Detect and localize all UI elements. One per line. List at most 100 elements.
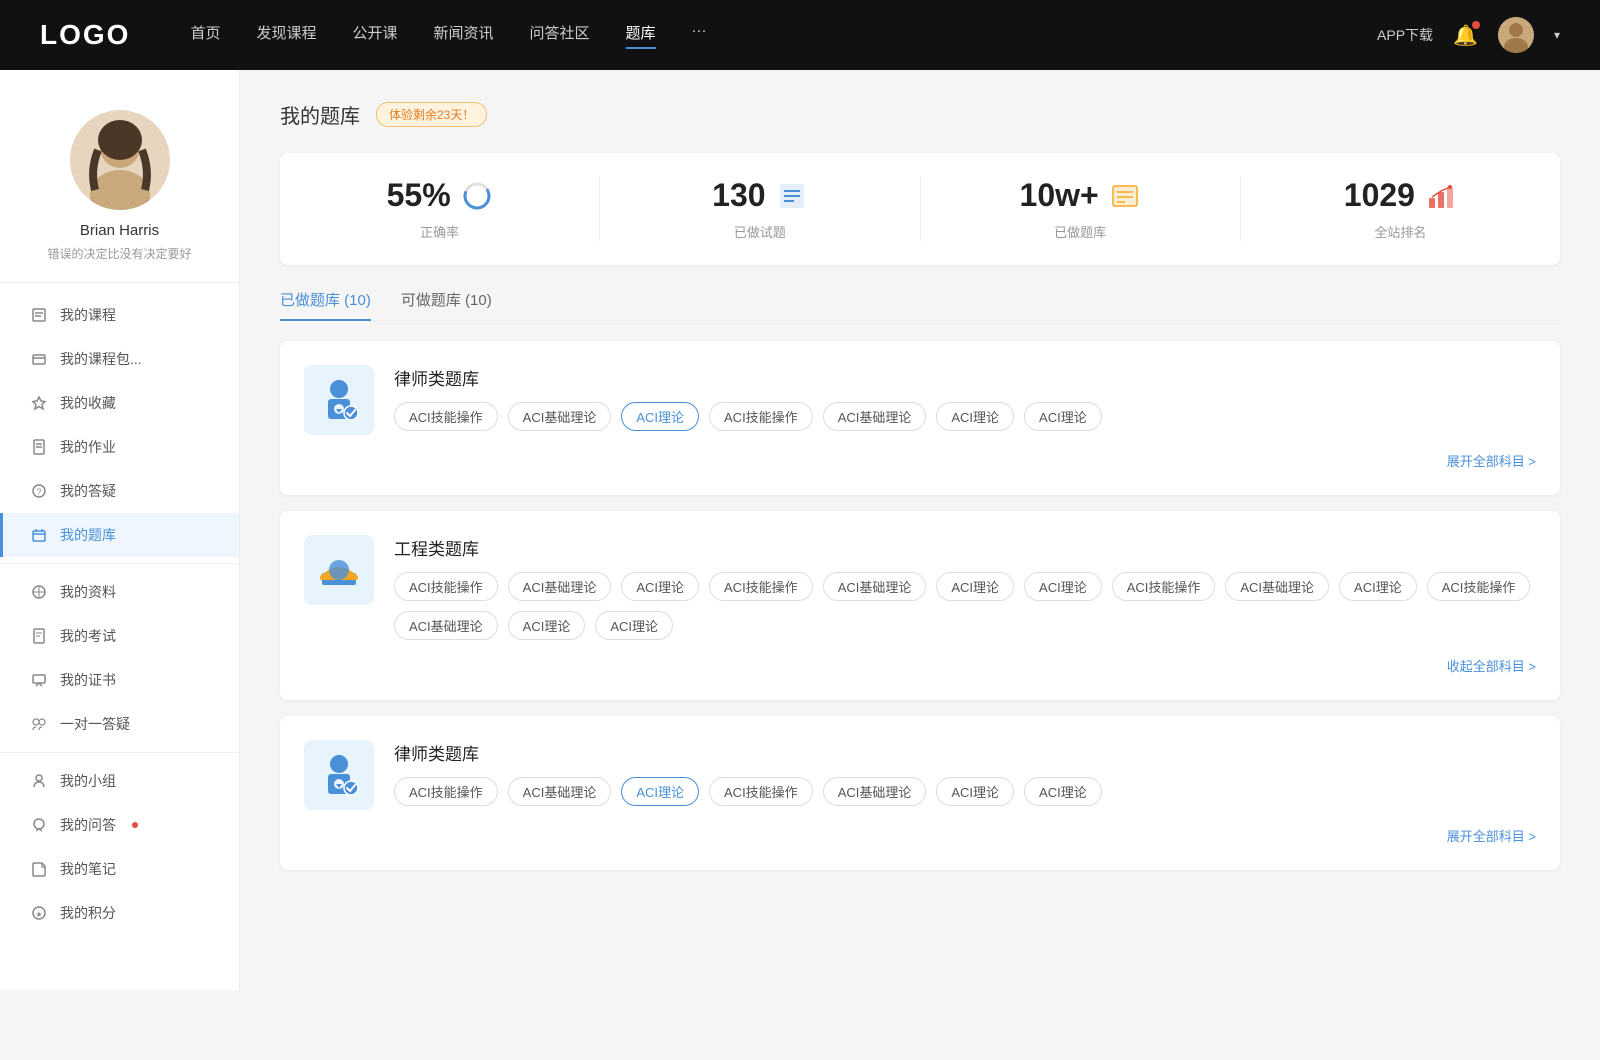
qbank-lawyer-1-tags: ACI技能操作 ACI基础理论 ACI理论 ACI技能操作 ACI基础理论 AC… xyxy=(394,402,1536,431)
l2-tag-6[interactable]: ACI理论 xyxy=(1024,777,1102,806)
tag-2[interactable]: ACI理论 xyxy=(621,402,699,431)
qbank-engineer-footer: 收起全部科目 > xyxy=(304,656,1536,676)
qbank-lawyer-1-info: 律师类题库 ACI技能操作 ACI基础理论 ACI理论 ACI技能操作 ACI基… xyxy=(394,365,1536,431)
expand-engineer[interactable]: 收起全部科目 > xyxy=(1447,659,1536,674)
eng-tag-11[interactable]: ACI基础理论 xyxy=(394,611,498,640)
tag-6[interactable]: ACI理论 xyxy=(1024,402,1102,431)
sidebar: Brian Harris 错误的决定比没有决定要好 我的课程 我的课程包... xyxy=(0,70,240,990)
eng-tag-9[interactable]: ACI理论 xyxy=(1339,572,1417,601)
group-icon xyxy=(30,772,48,790)
tab-done[interactable]: 已做题库 (10) xyxy=(280,289,371,320)
sidebar-item-package[interactable]: 我的课程包... xyxy=(0,337,239,381)
svg-text:★: ★ xyxy=(35,910,42,919)
sidebar-item-points[interactable]: ★ 我的积分 xyxy=(0,891,239,935)
l2-tag-1[interactable]: ACI基础理论 xyxy=(508,777,612,806)
qbank-engineer-title: 工程类题库 xyxy=(394,535,1536,560)
expand-lawyer-2[interactable]: 展开全部科目 > xyxy=(1447,829,1536,844)
user-dropdown-arrow[interactable]: ▾ xyxy=(1554,28,1560,42)
eng-tag-10[interactable]: ACI技能操作 xyxy=(1427,572,1531,601)
app-download-button[interactable]: APP下载 xyxy=(1377,25,1433,45)
sidebar-item-oto[interactable]: 一对一答疑 xyxy=(0,702,239,746)
eng-tag-12[interactable]: ACI理论 xyxy=(508,611,586,640)
nav-qbank[interactable]: 题库 xyxy=(626,22,656,49)
navbar: LOGO 首页 发现课程 公开课 新闻资讯 问答社区 题库 ··· APP下载 … xyxy=(0,0,1600,70)
l2-tag-2[interactable]: ACI理论 xyxy=(621,777,699,806)
qbank-lawyer-1-title: 律师类题库 xyxy=(394,365,1536,390)
eng-tag-3[interactable]: ACI技能操作 xyxy=(709,572,813,601)
sidebar-item-homework[interactable]: 我的作业 xyxy=(0,425,239,469)
nav-discover[interactable]: 发现课程 xyxy=(256,22,316,49)
main-layout: Brian Harris 错误的决定比没有决定要好 我的课程 我的课程包... xyxy=(0,70,1600,990)
sidebar-item-myqa[interactable]: 我的问答 xyxy=(0,803,239,847)
sidebar-item-favorites[interactable]: 我的收藏 xyxy=(0,381,239,425)
sidebar-profile: Brian Harris 错误的决定比没有决定要好 xyxy=(0,100,239,283)
sidebar-item-notes[interactable]: 我的笔记 xyxy=(0,847,239,891)
note-icon xyxy=(30,860,48,878)
stats-bar: 55% 正确率 130 xyxy=(280,153,1560,265)
stat-done-questions-value: 130 xyxy=(712,177,765,214)
eng-tag-4[interactable]: ACI基础理论 xyxy=(823,572,927,601)
nav-news[interactable]: 新闻资讯 xyxy=(434,22,494,49)
eng-tag-13[interactable]: ACI理论 xyxy=(595,611,673,640)
nav-qa[interactable]: 问答社区 xyxy=(530,22,590,49)
question-icon: ? xyxy=(30,482,48,500)
stat-accuracy-value: 55% xyxy=(387,177,451,214)
qbank-card-lawyer-2-header: 律师类题库 ACI技能操作 ACI基础理论 ACI理论 ACI技能操作 ACI基… xyxy=(304,740,1536,810)
sidebar-item-group[interactable]: 我的小组 xyxy=(0,759,239,803)
l2-tag-0[interactable]: ACI技能操作 xyxy=(394,777,498,806)
stat-accuracy: 55% 正确率 xyxy=(280,177,600,241)
tag-0[interactable]: ACI技能操作 xyxy=(394,402,498,431)
l2-tag-4[interactable]: ACI基础理论 xyxy=(823,777,927,806)
sidebar-item-exam[interactable]: 我的考试 xyxy=(0,614,239,658)
stat-ranking: 1029 全站排名 xyxy=(1241,177,1560,241)
qbank-lawyer-2-footer: 展开全部科目 > xyxy=(304,826,1536,846)
eng-tag-7[interactable]: ACI技能操作 xyxy=(1112,572,1216,601)
nav-more[interactable]: ··· xyxy=(692,22,707,49)
cert-icon xyxy=(30,671,48,689)
star-icon xyxy=(30,394,48,412)
points-icon: ★ xyxy=(30,904,48,922)
sidebar-item-cert[interactable]: 我的证书 xyxy=(0,658,239,702)
logo: LOGO xyxy=(40,19,130,51)
eng-tag-8[interactable]: ACI基础理论 xyxy=(1225,572,1329,601)
eng-tag-2[interactable]: ACI理论 xyxy=(621,572,699,601)
sidebar-item-qbank[interactable]: 我的题库 xyxy=(0,513,239,557)
sidebar-menu: 我的课程 我的课程包... 我的收藏 我的作业 xyxy=(0,293,239,935)
notification-bell[interactable]: 🔔 xyxy=(1453,23,1478,48)
l2-tag-3[interactable]: ACI技能操作 xyxy=(709,777,813,806)
stat-ranking-top: 1029 xyxy=(1261,177,1540,214)
oto-icon xyxy=(30,715,48,733)
qa-notification-dot xyxy=(132,822,138,828)
eng-tag-5[interactable]: ACI理论 xyxy=(936,572,1014,601)
bank-icon xyxy=(30,526,48,544)
qbank-lawyer-2-icon xyxy=(304,740,374,810)
eng-tag-0[interactable]: ACI技能操作 xyxy=(394,572,498,601)
eng-tag-1[interactable]: ACI基础理论 xyxy=(508,572,612,601)
stat-done-questions: 130 已做试题 xyxy=(600,177,920,241)
tag-1[interactable]: ACI基础理论 xyxy=(508,402,612,431)
qbank-engineer-tags: ACI技能操作 ACI基础理论 ACI理论 ACI技能操作 ACI基础理论 AC… xyxy=(394,572,1536,640)
nav-open-course[interactable]: 公开课 xyxy=(352,22,397,49)
qbank-card-lawyer-1: 律师类题库 ACI技能操作 ACI基础理论 ACI理论 ACI技能操作 ACI基… xyxy=(280,341,1560,495)
qbank-lawyer-2-tags: ACI技能操作 ACI基础理论 ACI理论 ACI技能操作 ACI基础理论 AC… xyxy=(394,777,1536,806)
sidebar-item-course[interactable]: 我的课程 xyxy=(0,293,239,337)
tag-4[interactable]: ACI基础理论 xyxy=(823,402,927,431)
sidebar-avatar xyxy=(70,110,170,210)
data-icon xyxy=(30,583,48,601)
expand-lawyer-1[interactable]: 展开全部科目 > xyxy=(1447,454,1536,469)
l2-tag-5[interactable]: ACI理论 xyxy=(936,777,1014,806)
qbank-engineer-info: 工程类题库 ACI技能操作 ACI基础理论 ACI理论 ACI技能操作 ACI基… xyxy=(394,535,1536,640)
qbank-card-lawyer-1-header: 律师类题库 ACI技能操作 ACI基础理论 ACI理论 ACI技能操作 ACI基… xyxy=(304,365,1536,435)
tabs: 已做题库 (10) 可做题库 (10) xyxy=(280,289,1560,321)
tag-3[interactable]: ACI技能操作 xyxy=(709,402,813,431)
nav-home[interactable]: 首页 xyxy=(190,22,220,49)
user-avatar[interactable] xyxy=(1498,17,1534,53)
tag-5[interactable]: ACI理论 xyxy=(936,402,1014,431)
stat-accuracy-label: 正确率 xyxy=(300,222,579,241)
sidebar-user-name: Brian Harris xyxy=(20,222,219,239)
sidebar-item-data[interactable]: 我的资料 xyxy=(0,570,239,614)
eng-tag-6[interactable]: ACI理论 xyxy=(1024,572,1102,601)
stat-done-questions-label: 已做试题 xyxy=(620,222,899,241)
tab-available[interactable]: 可做题库 (10) xyxy=(401,289,492,320)
sidebar-item-qa-ask[interactable]: ? 我的答疑 xyxy=(0,469,239,513)
